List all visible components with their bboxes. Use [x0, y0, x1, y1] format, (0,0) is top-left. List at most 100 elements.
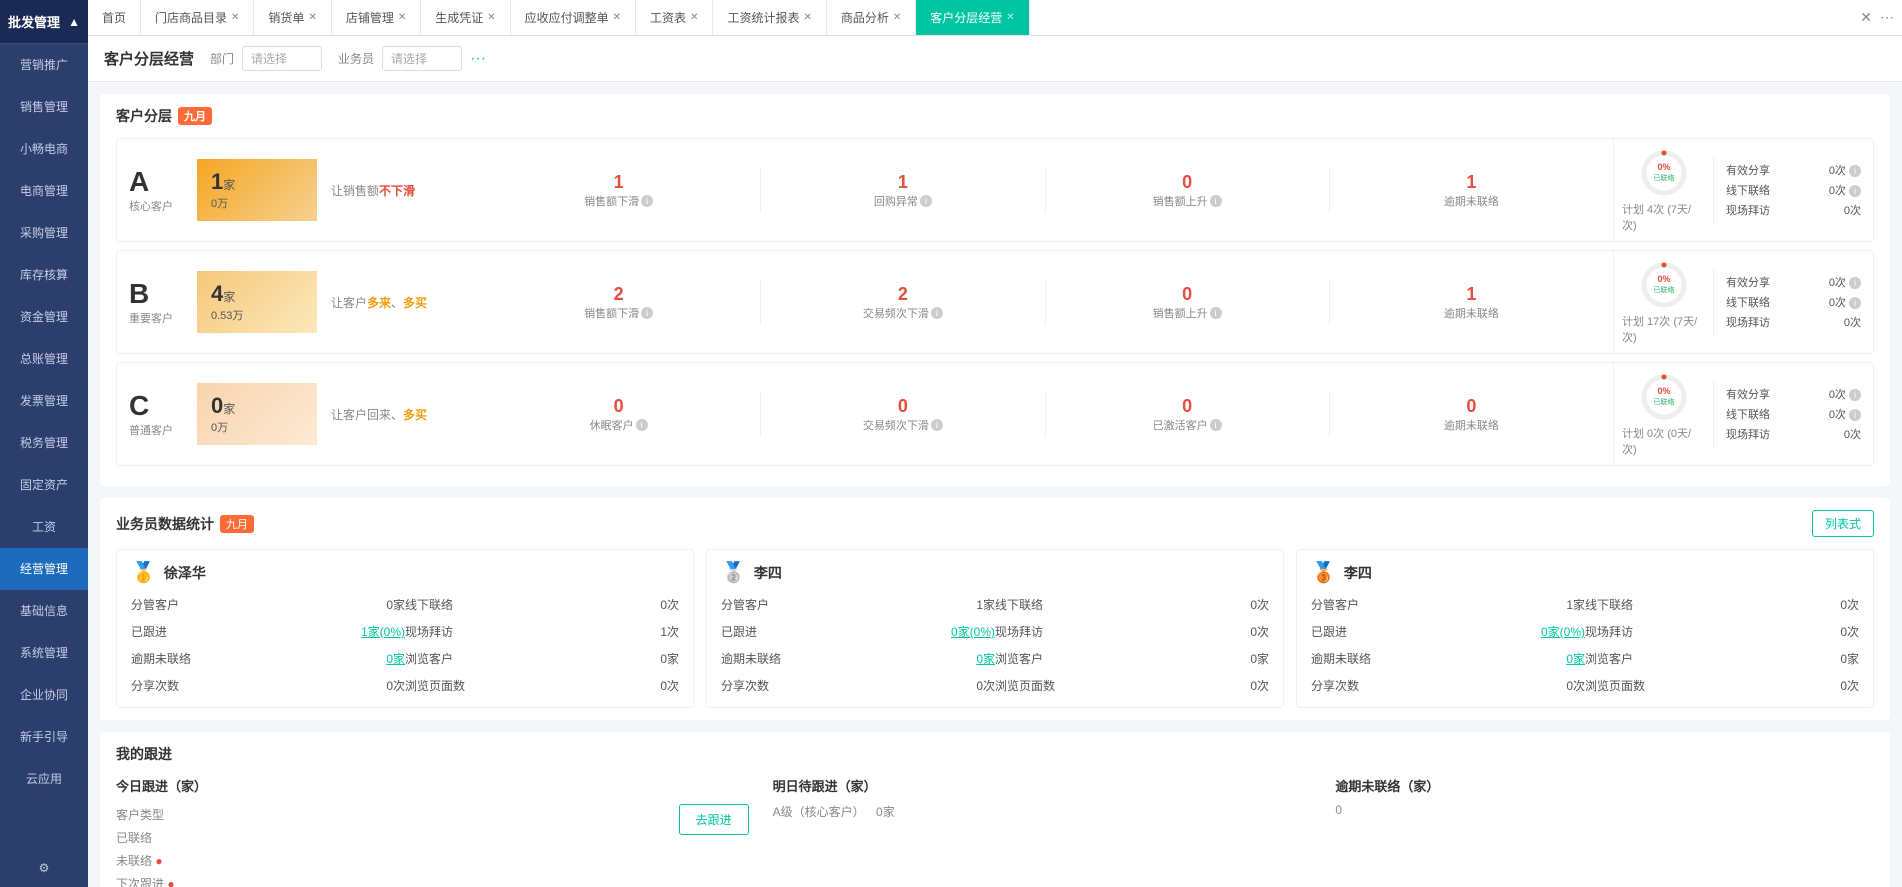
- sidebar-item-发票管理[interactable]: 发票管理: [0, 380, 88, 422]
- staff-name-0: 徐泽华: [164, 563, 206, 583]
- sidebar-item-小畅电商[interactable]: 小畅电商: [0, 128, 88, 170]
- svg-text:0%: 0%: [1657, 274, 1670, 284]
- tab-销货单[interactable]: 销货单 ✕: [254, 0, 331, 36]
- tier-count-B: 4家 0.53万: [197, 271, 317, 333]
- sidebar-item-新手引导[interactable]: 新手引导: [0, 716, 88, 758]
- tab-首页[interactable]: 首页: [88, 0, 141, 36]
- sidebar-item-营销推广[interactable]: 营销推广: [0, 44, 88, 86]
- sidebar-item-云应用[interactable]: 云应用: [0, 758, 88, 800]
- stat-cell-linked: 0 逾期未联络: [1330, 392, 1613, 437]
- sidebar: 批发管理 ▲ 营销推广 销售管理 小畅电商 电商管理 采购管理 库存核算 资金管…: [0, 0, 88, 887]
- stat-cell: 2 交易频次下滑 i: [761, 280, 1045, 325]
- today-followup-title: 今日跟进（家）: [116, 776, 655, 795]
- tab-生成凭证[interactable]: 生成凭证 ✕: [421, 0, 510, 36]
- svg-text:已联络: 已联络: [1653, 285, 1674, 294]
- sidebar-header: 批发管理 ▲: [0, 0, 88, 44]
- staff-stat-row: 浏览客户 0家: [405, 647, 679, 670]
- staff-grid-0: 分管客户 0家 线下联络 0次 已跟进 1家(0%) 现场拜访: [131, 593, 679, 697]
- sidebar-item-基础信息[interactable]: 基础信息: [0, 590, 88, 632]
- tier-label-B: B 重要客户: [117, 266, 197, 338]
- staff-grid-2: 分管客户 1家 线下联络 0次 已跟进 0家(0%) 现场拜访: [1311, 593, 1859, 697]
- staff-cards: 🥇 徐泽华 分管客户 0家 线下联络 0次 已跟进: [116, 549, 1874, 708]
- stat-cell: 1 回购异常 i: [761, 168, 1045, 213]
- staff-stat-row: 逾期未联络 0家: [131, 647, 405, 670]
- followup-today-col: 今日跟进（家） 客户类型 已联络 未联络 ● 下次跟进 ●: [116, 776, 655, 887]
- tab-more-icon[interactable]: ⋯: [1880, 9, 1894, 26]
- stat-cell: 1 销售额下滑 i: [477, 168, 761, 213]
- close-icon[interactable]: ✕: [398, 0, 406, 36]
- biz-section-title: 业务员数据统计: [116, 514, 214, 534]
- medal-icon-0: 🥇: [131, 560, 156, 585]
- sidebar-item-销售管理[interactable]: 销售管理: [0, 86, 88, 128]
- overdue-val: 0: [1335, 803, 1874, 817]
- tier-stats-B: 2 销售额下滑 i 2 交易频次下滑 i 0 销售额上升 i 1 逾期未联络: [477, 272, 1613, 333]
- dept-filter: 部门 请选择: [210, 46, 322, 71]
- main-area: 首页 门店商品目录 ✕ 销货单 ✕ 店铺管理 ✕ 生成凭证 ✕ 应收应付调整单 …: [88, 0, 1902, 887]
- tab-客户分层经营[interactable]: 客户分层经营 ✕: [916, 0, 1029, 36]
- dept-select[interactable]: 请选择: [242, 46, 322, 71]
- staff-card-1: 🥈 李四 分管客户 1家 线下联络 0次 已跟进: [706, 549, 1284, 708]
- tier-count-C: 0家 0万: [197, 383, 317, 445]
- close-icon[interactable]: ✕: [308, 0, 316, 36]
- stat-cell: 2 销售额下滑 i: [477, 280, 761, 325]
- dept-label: 部门: [210, 50, 234, 67]
- staff-card-header-0: 🥇 徐泽华: [131, 560, 679, 585]
- sidebar-item-工资[interactable]: 工资: [0, 506, 88, 548]
- sidebar-item-资金管理[interactable]: 资金管理: [0, 296, 88, 338]
- biz-title-group: 业务员数据统计 九月: [116, 514, 254, 534]
- stat-cell: 0 休眠客户 i: [477, 392, 761, 437]
- sidebar-item-经营管理[interactable]: 经营管理: [0, 548, 88, 590]
- tier-suggestion-C: 让客户回来、多买: [317, 398, 477, 431]
- sidebar-collapse-icon[interactable]: ▲: [68, 15, 80, 29]
- sidebar-item-固定资产[interactable]: 固定资产: [0, 464, 88, 506]
- tier-suggestion-B: 让客户多来、多买: [317, 286, 477, 319]
- sidebar-item-总账管理[interactable]: 总账管理: [0, 338, 88, 380]
- goto-followup-button[interactable]: 去跟进: [679, 804, 749, 835]
- close-icon[interactable]: ✕: [690, 0, 698, 36]
- month-badge: 九月: [178, 107, 212, 125]
- progress-circle-C: 0% 已联络: [1638, 371, 1690, 423]
- tab-店铺管理[interactable]: 店铺管理 ✕: [332, 0, 421, 36]
- page-header: 客户分层经营 部门 请选择 业务员 请选择 ···: [88, 36, 1902, 82]
- sidebar-settings[interactable]: ⚙: [0, 849, 88, 887]
- list-view-button[interactable]: 列表式: [1812, 510, 1874, 537]
- biz-stats-section: 业务员数据统计 九月 列表式 🥇 徐泽华 分管客户 0家: [100, 498, 1890, 720]
- biz-month-badge: 九月: [220, 515, 254, 533]
- stat-cell-linked: 1 逾期未联络: [1330, 168, 1613, 213]
- close-icon[interactable]: ✕: [613, 0, 621, 36]
- sidebar-item-库存核算[interactable]: 库存核算: [0, 254, 88, 296]
- tier-circle-C: 0% 已联络 计划 0次 (0天/次): [1613, 363, 1713, 465]
- tab-工资表[interactable]: 工资表 ✕: [636, 0, 713, 36]
- tab-工资统计报表[interactable]: 工资统计报表 ✕: [713, 0, 826, 36]
- close-icon[interactable]: ✕: [803, 0, 811, 36]
- biz-header: 业务员数据统计 九月 列表式: [116, 510, 1874, 537]
- tier-right-stats-B: 有效分享 0次 i 线下联络 0次 i 现场拜访 0次: [1713, 268, 1873, 336]
- tab-collapse-icon[interactable]: ✕: [1860, 9, 1872, 26]
- sidebar-item-电商管理[interactable]: 电商管理: [0, 170, 88, 212]
- sidebar-item-企业协同[interactable]: 企业协同: [0, 674, 88, 716]
- tier-count-A: 1家 0万: [197, 159, 317, 221]
- tab-商品分析[interactable]: 商品分析 ✕: [827, 0, 916, 36]
- svg-text:0%: 0%: [1657, 386, 1670, 396]
- staff-stat-row: 现场拜访 0次: [1585, 620, 1859, 643]
- close-icon[interactable]: ✕: [231, 0, 239, 36]
- svg-text:已联络: 已联络: [1653, 397, 1674, 406]
- staff-select[interactable]: 请选择: [382, 46, 462, 71]
- staff-card-0: 🥇 徐泽华 分管客户 0家 线下联络 0次 已跟进: [116, 549, 694, 708]
- tier-stats-A: 1 销售额下滑 i 1 回购异常 i 0 销售额上升 i 1 逾期未联络: [477, 160, 1613, 221]
- tab-门店商品目录[interactable]: 门店商品目录 ✕: [141, 0, 254, 36]
- close-icon[interactable]: ✕: [487, 0, 495, 36]
- tomorrow-followup-title: 明日待跟进（家）: [773, 776, 1312, 795]
- staff-card-2: 🥉 李四 分管客户 1家 线下联络 0次 已跟进: [1296, 549, 1874, 708]
- staff-stat-row: 逾期未联络 0家: [721, 647, 995, 670]
- close-icon[interactable]: ✕: [1006, 0, 1014, 36]
- stat-cell: 0 销售额上升 i: [1046, 280, 1330, 325]
- sidebar-item-税务管理[interactable]: 税务管理: [0, 422, 88, 464]
- staff-card-header-2: 🥉 李四: [1311, 560, 1859, 585]
- tab-应收应付调整单[interactable]: 应收应付调整单 ✕: [511, 0, 636, 36]
- sidebar-item-系统管理[interactable]: 系统管理: [0, 632, 88, 674]
- close-icon[interactable]: ✕: [893, 0, 901, 36]
- sidebar-item-采购管理[interactable]: 采购管理: [0, 212, 88, 254]
- tier-circle-A: 0% 已联络 计划 4次 (7天/次): [1613, 139, 1713, 241]
- more-filter-icon[interactable]: ···: [470, 50, 486, 68]
